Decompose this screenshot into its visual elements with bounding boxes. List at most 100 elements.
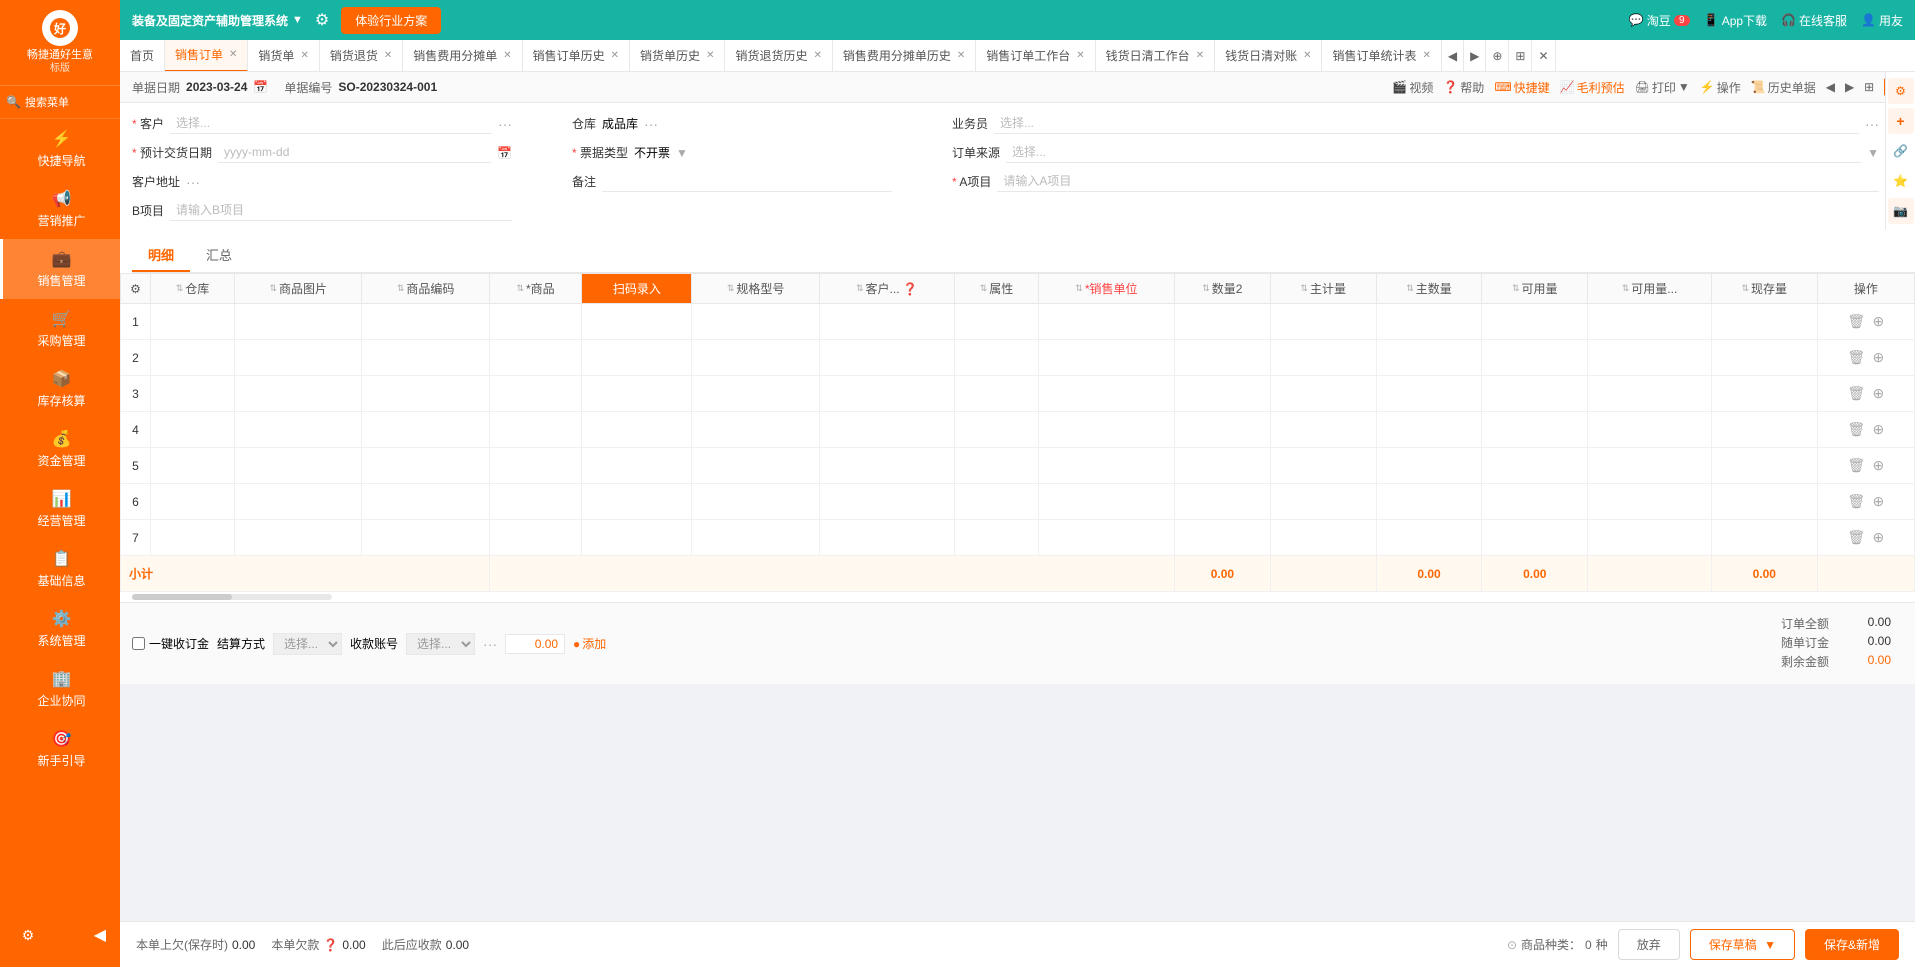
row-main-qty[interactable] [1376,484,1482,520]
inner-tab-detail[interactable]: 明细 [132,239,190,272]
inner-tab-summary[interactable]: 汇总 [190,239,248,272]
row-copy-btn[interactable]: ⊕ [1871,455,1887,476]
row-code[interactable] [362,376,489,412]
payment-method-select[interactable]: 选择... [273,633,342,655]
row-copy-btn[interactable]: ⊕ [1871,527,1887,548]
row-product[interactable] [489,340,581,376]
account-select[interactable]: 选择... [406,633,475,655]
row-attr[interactable] [954,412,1038,448]
dropdown-icon[interactable]: ▼ [292,14,303,26]
save-new-btn[interactable]: 保存&新增 [1805,929,1899,960]
tab-sales-order-close[interactable]: ✕ [229,49,237,60]
row-available[interactable] [1482,520,1588,556]
row-main-qty[interactable] [1376,520,1482,556]
row-customer-code[interactable] [819,484,954,520]
th-unit[interactable]: ⇅ *销售单位 [1039,274,1175,304]
tab-return-history[interactable]: 销货退货历史 ✕ [725,40,832,72]
row-copy-btn[interactable]: ⊕ [1871,491,1887,512]
tab-stats[interactable]: 销售订单统计表 ✕ [1322,40,1441,72]
amount-input[interactable] [505,634,565,654]
row-product[interactable] [489,376,581,412]
row-attr[interactable] [954,304,1038,340]
row-warehouse[interactable] [151,520,235,556]
tab-invoice-history[interactable]: 销货单历史 ✕ [630,40,725,72]
sidebar-item-marketing[interactable]: 📢 营销推广 [0,179,120,239]
industry-btn[interactable]: 体验行业方案 [341,7,441,34]
sidebar-item-enterprise[interactable]: 🏢 企业协同 [0,659,120,719]
row-unit[interactable] [1039,412,1175,448]
th-warehouse[interactable]: ⇅ 仓库 [151,274,235,304]
row-main-unit[interactable] [1270,448,1376,484]
row-code[interactable] [362,412,489,448]
view-btn[interactable]: 🎬 视频 [1392,79,1433,96]
b-project-input[interactable] [170,200,512,221]
tab-sales-order[interactable]: 销售订单 ✕ [165,40,248,72]
row-product[interactable] [489,520,581,556]
grid-view-btn[interactable]: ⊞ [1864,80,1874,94]
add-payment-btn[interactable]: ● 添加 [573,635,606,652]
tab-home[interactable]: 首页 [120,40,165,72]
sidebar-item-inventory[interactable]: 📦 库存核算 [0,359,120,419]
th-main-unit[interactable]: ⇅ 主计量 [1270,274,1376,304]
row-copy-btn[interactable]: ⊕ [1871,383,1887,404]
tab-daily-workbench-close[interactable]: ✕ [1196,50,1204,61]
row-spec[interactable] [692,304,819,340]
sidebar-collapse-btn[interactable]: ◀ [86,917,114,953]
row-unit[interactable] [1039,448,1175,484]
tab-sales-invoice[interactable]: 销货单 ✕ [248,40,319,72]
row-qty2[interactable] [1174,412,1270,448]
th-available2[interactable]: ⇅ 可用量... [1588,274,1712,304]
row-qty2[interactable] [1174,304,1270,340]
one-click-checkbox-input[interactable] [132,637,145,650]
row-customer-code[interactable] [819,340,954,376]
tab-return-history-close[interactable]: ✕ [813,50,821,61]
row-delete-btn[interactable]: 🗑 [1845,311,1867,332]
row-spec[interactable] [692,340,819,376]
sidebar-item-sales[interactable]: 💼 销售管理 [0,239,120,299]
row-main-unit[interactable] [1270,376,1376,412]
row-available2[interactable] [1588,520,1712,556]
salesperson-more-btn[interactable]: ··· [1865,116,1879,132]
row-product[interactable] [489,304,581,340]
row-spec[interactable] [692,520,819,556]
row-warehouse[interactable] [151,484,235,520]
row-attr[interactable] [954,340,1038,376]
row-customer-code[interactable] [819,520,954,556]
row-unit[interactable] [1039,304,1175,340]
row-stock[interactable] [1711,448,1817,484]
row-stock[interactable] [1711,376,1817,412]
row-available2[interactable] [1588,448,1712,484]
row-customer-code[interactable] [819,448,954,484]
row-warehouse[interactable] [151,304,235,340]
row-image[interactable] [235,484,362,520]
app-download-btn[interactable]: 📱 App下载 [1704,12,1767,29]
th-customer-code[interactable]: ⇅ 客户... ❓ [819,274,954,304]
row-available2[interactable] [1588,340,1712,376]
row-unit[interactable] [1039,484,1175,520]
row-warehouse[interactable] [151,412,235,448]
th-image[interactable]: ⇅ 商品图片 [235,274,362,304]
user-btn[interactable]: 👤 用友 [1861,12,1903,29]
salesperson-input[interactable] [994,113,1859,134]
tab-daily-workbench[interactable]: 钱货日清工作台 ✕ [1096,40,1215,72]
row-spec[interactable] [692,376,819,412]
right-panel-photo-btn[interactable]: 📷 [1888,198,1914,224]
order-source-dropdown-icon[interactable]: ▼ [1867,146,1879,160]
row-delete-btn[interactable]: 🗑 [1845,419,1867,440]
shortcut-btn[interactable]: ⌨ 快捷键 [1494,79,1549,96]
row-qty2[interactable] [1174,520,1270,556]
row-main-qty[interactable] [1376,376,1482,412]
nav-prev-btn[interactable]: ◀ [1826,80,1835,94]
tab-close-all-btn[interactable]: ✕ [1532,40,1555,72]
tab-daily-reconcile[interactable]: 钱货日清对账 ✕ [1215,40,1322,72]
row-attr[interactable] [954,376,1038,412]
row-available[interactable] [1482,448,1588,484]
row-stock[interactable] [1711,520,1817,556]
nav-next-btn[interactable]: ▶ [1845,80,1854,94]
settings-btn[interactable]: ⚙ [315,10,329,30]
row-stock[interactable] [1711,484,1817,520]
warehouse-more-btn[interactable]: ··· [644,116,658,132]
a-project-input[interactable] [997,171,1879,192]
tab-sales-invoice-close[interactable]: ✕ [300,50,308,61]
th-qty2[interactable]: ⇅ 数量2 [1174,274,1270,304]
